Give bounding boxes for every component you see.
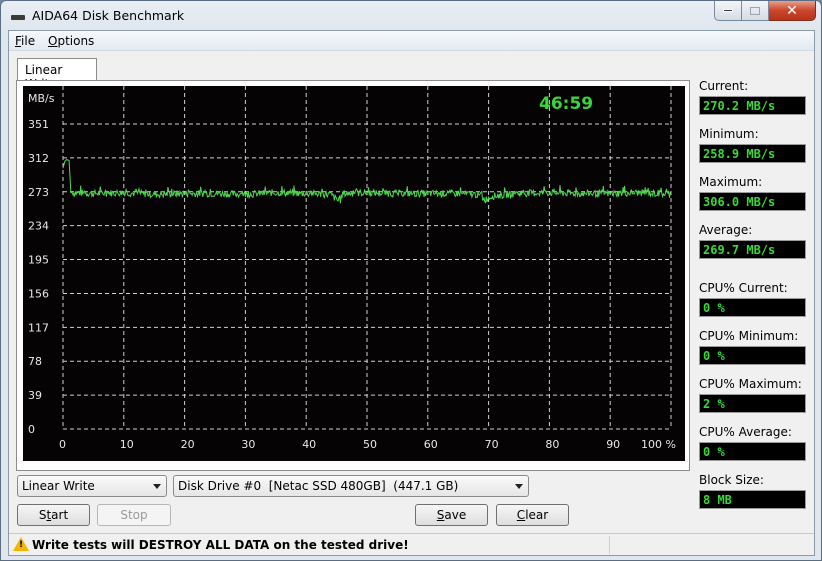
close-button[interactable]: ✕ (769, 1, 816, 21)
close-icon: ✕ (786, 2, 798, 19)
stat-label: Minimum: (699, 127, 759, 141)
clear-button[interactable]: Clear (496, 504, 569, 526)
tab-linear-write[interactable]: Linear Write (17, 58, 97, 91)
app-window: AIDA64 Disk Benchmark ✕ File Options Lin… (0, 0, 822, 561)
button-label-part: ave (444, 508, 467, 522)
benchmark-graph: MB/s 0 39 78 117 156 195 234 273 312 351 0 10 20 30 40 5… (23, 86, 685, 461)
chart-svg: MB/s 0 39 78 117 156 195 234 273 312 351 0 10 20 30 40 5… (28, 86, 676, 451)
save-button[interactable]: Save (415, 504, 488, 526)
stat-label: CPU% Minimum: (699, 329, 799, 343)
stat-value: 0 % (699, 442, 806, 461)
stat-value: 270.2 MB/s (699, 96, 806, 115)
stop-button[interactable]: Stop (97, 504, 171, 526)
stat-label: Block Size: (699, 473, 764, 487)
stat-label: CPU% Maximum: (699, 377, 802, 391)
x-tick-label: 40 (302, 438, 316, 451)
stat-label: Average: (699, 223, 753, 237)
stop-label: Stop (120, 508, 148, 522)
menu-bar: File Options (9, 31, 814, 51)
button-accel: C (516, 508, 526, 522)
start-button[interactable]: Start (17, 504, 90, 526)
stat-label: CPU% Average: (699, 425, 792, 439)
warning-message: Write tests will DESTROY ALL DATA on the… (32, 538, 409, 552)
disk-icon (11, 15, 25, 20)
stat-value: 8 MB (699, 490, 806, 509)
stat-value: 269.7 MB/s (699, 240, 806, 259)
stat-value: 0 % (699, 346, 806, 365)
x-tick-label: 90 (606, 438, 620, 451)
y-tick-label: 39 (28, 389, 42, 402)
stat-label: Maximum: (699, 175, 763, 189)
x-tick-label: 30 (241, 438, 255, 451)
elapsed-timer: 46:59 (539, 94, 594, 114)
x-tick-label: 20 (181, 438, 195, 451)
y-tick-label: 156 (28, 287, 49, 300)
y-tick-label: 117 (28, 321, 49, 334)
x-tick-label: 50 (363, 438, 377, 451)
button-label-part: art (51, 508, 69, 522)
x-tick-label: 80 (545, 438, 559, 451)
y-tick-label: 234 (28, 220, 49, 233)
menu-file-label: ile (21, 34, 36, 48)
stat-value: 0 % (699, 298, 806, 317)
y-tick-label: 195 (28, 254, 49, 267)
status-separator (609, 536, 610, 554)
drive-value: Disk Drive #0 [Netac SSD 480GB] (447.1 G… (178, 479, 459, 493)
y-tick-label: 0 (28, 423, 35, 436)
maximize-button[interactable] (742, 1, 769, 21)
title-bar[interactable]: AIDA64 Disk Benchmark ✕ (1, 1, 821, 31)
test-type-select[interactable]: Linear Write (17, 475, 167, 497)
maximize-icon (750, 6, 760, 15)
minimize-button[interactable] (714, 1, 742, 21)
window-title: AIDA64 Disk Benchmark (32, 8, 185, 23)
x-tick-label: 0 (59, 438, 66, 451)
button-label-part: lear (525, 508, 549, 522)
status-bar: ! Write tests will DESTROY ALL DATA on t… (9, 533, 814, 555)
tab-panel: MB/s 0 39 78 117 156 195 234 273 312 351 0 10 20 30 40 5… (16, 80, 690, 471)
stat-value: 2 % (699, 394, 806, 413)
y-tick-label: 273 (28, 186, 49, 199)
drive-select[interactable]: Disk Drive #0 [Netac SSD 480GB] (447.1 G… (173, 475, 529, 497)
menu-options-label: ptions (57, 34, 95, 48)
x-tick-label: 60 (424, 438, 438, 451)
x-tick-label: 100 % (641, 438, 676, 451)
stat-label: Current: (699, 79, 749, 93)
x-tick-label: 10 (120, 438, 134, 451)
x-tick-label: 70 (485, 438, 499, 451)
window-controls: ✕ (714, 1, 816, 21)
stat-label: CPU% Current: (699, 281, 788, 295)
menu-options[interactable]: Options (48, 34, 94, 48)
menu-file[interactable]: File (15, 34, 35, 48)
dropdown-arrow-icon (153, 484, 161, 489)
warning-icon-mark: ! (19, 540, 24, 550)
y-tick-label: 351 (28, 118, 49, 131)
test-type-value: Linear Write (22, 479, 95, 493)
client-area: File Options Linear Write MB/s 0 39 78 117 15… (8, 30, 815, 556)
stat-value: 306.0 MB/s (699, 192, 806, 211)
y-tick-label: 78 (28, 355, 42, 368)
dropdown-arrow-icon (515, 484, 523, 489)
stat-value: 258.9 MB/s (699, 144, 806, 163)
minimize-icon (723, 9, 733, 12)
y-axis-label: MB/s (28, 92, 55, 105)
y-tick-label: 312 (28, 152, 49, 165)
